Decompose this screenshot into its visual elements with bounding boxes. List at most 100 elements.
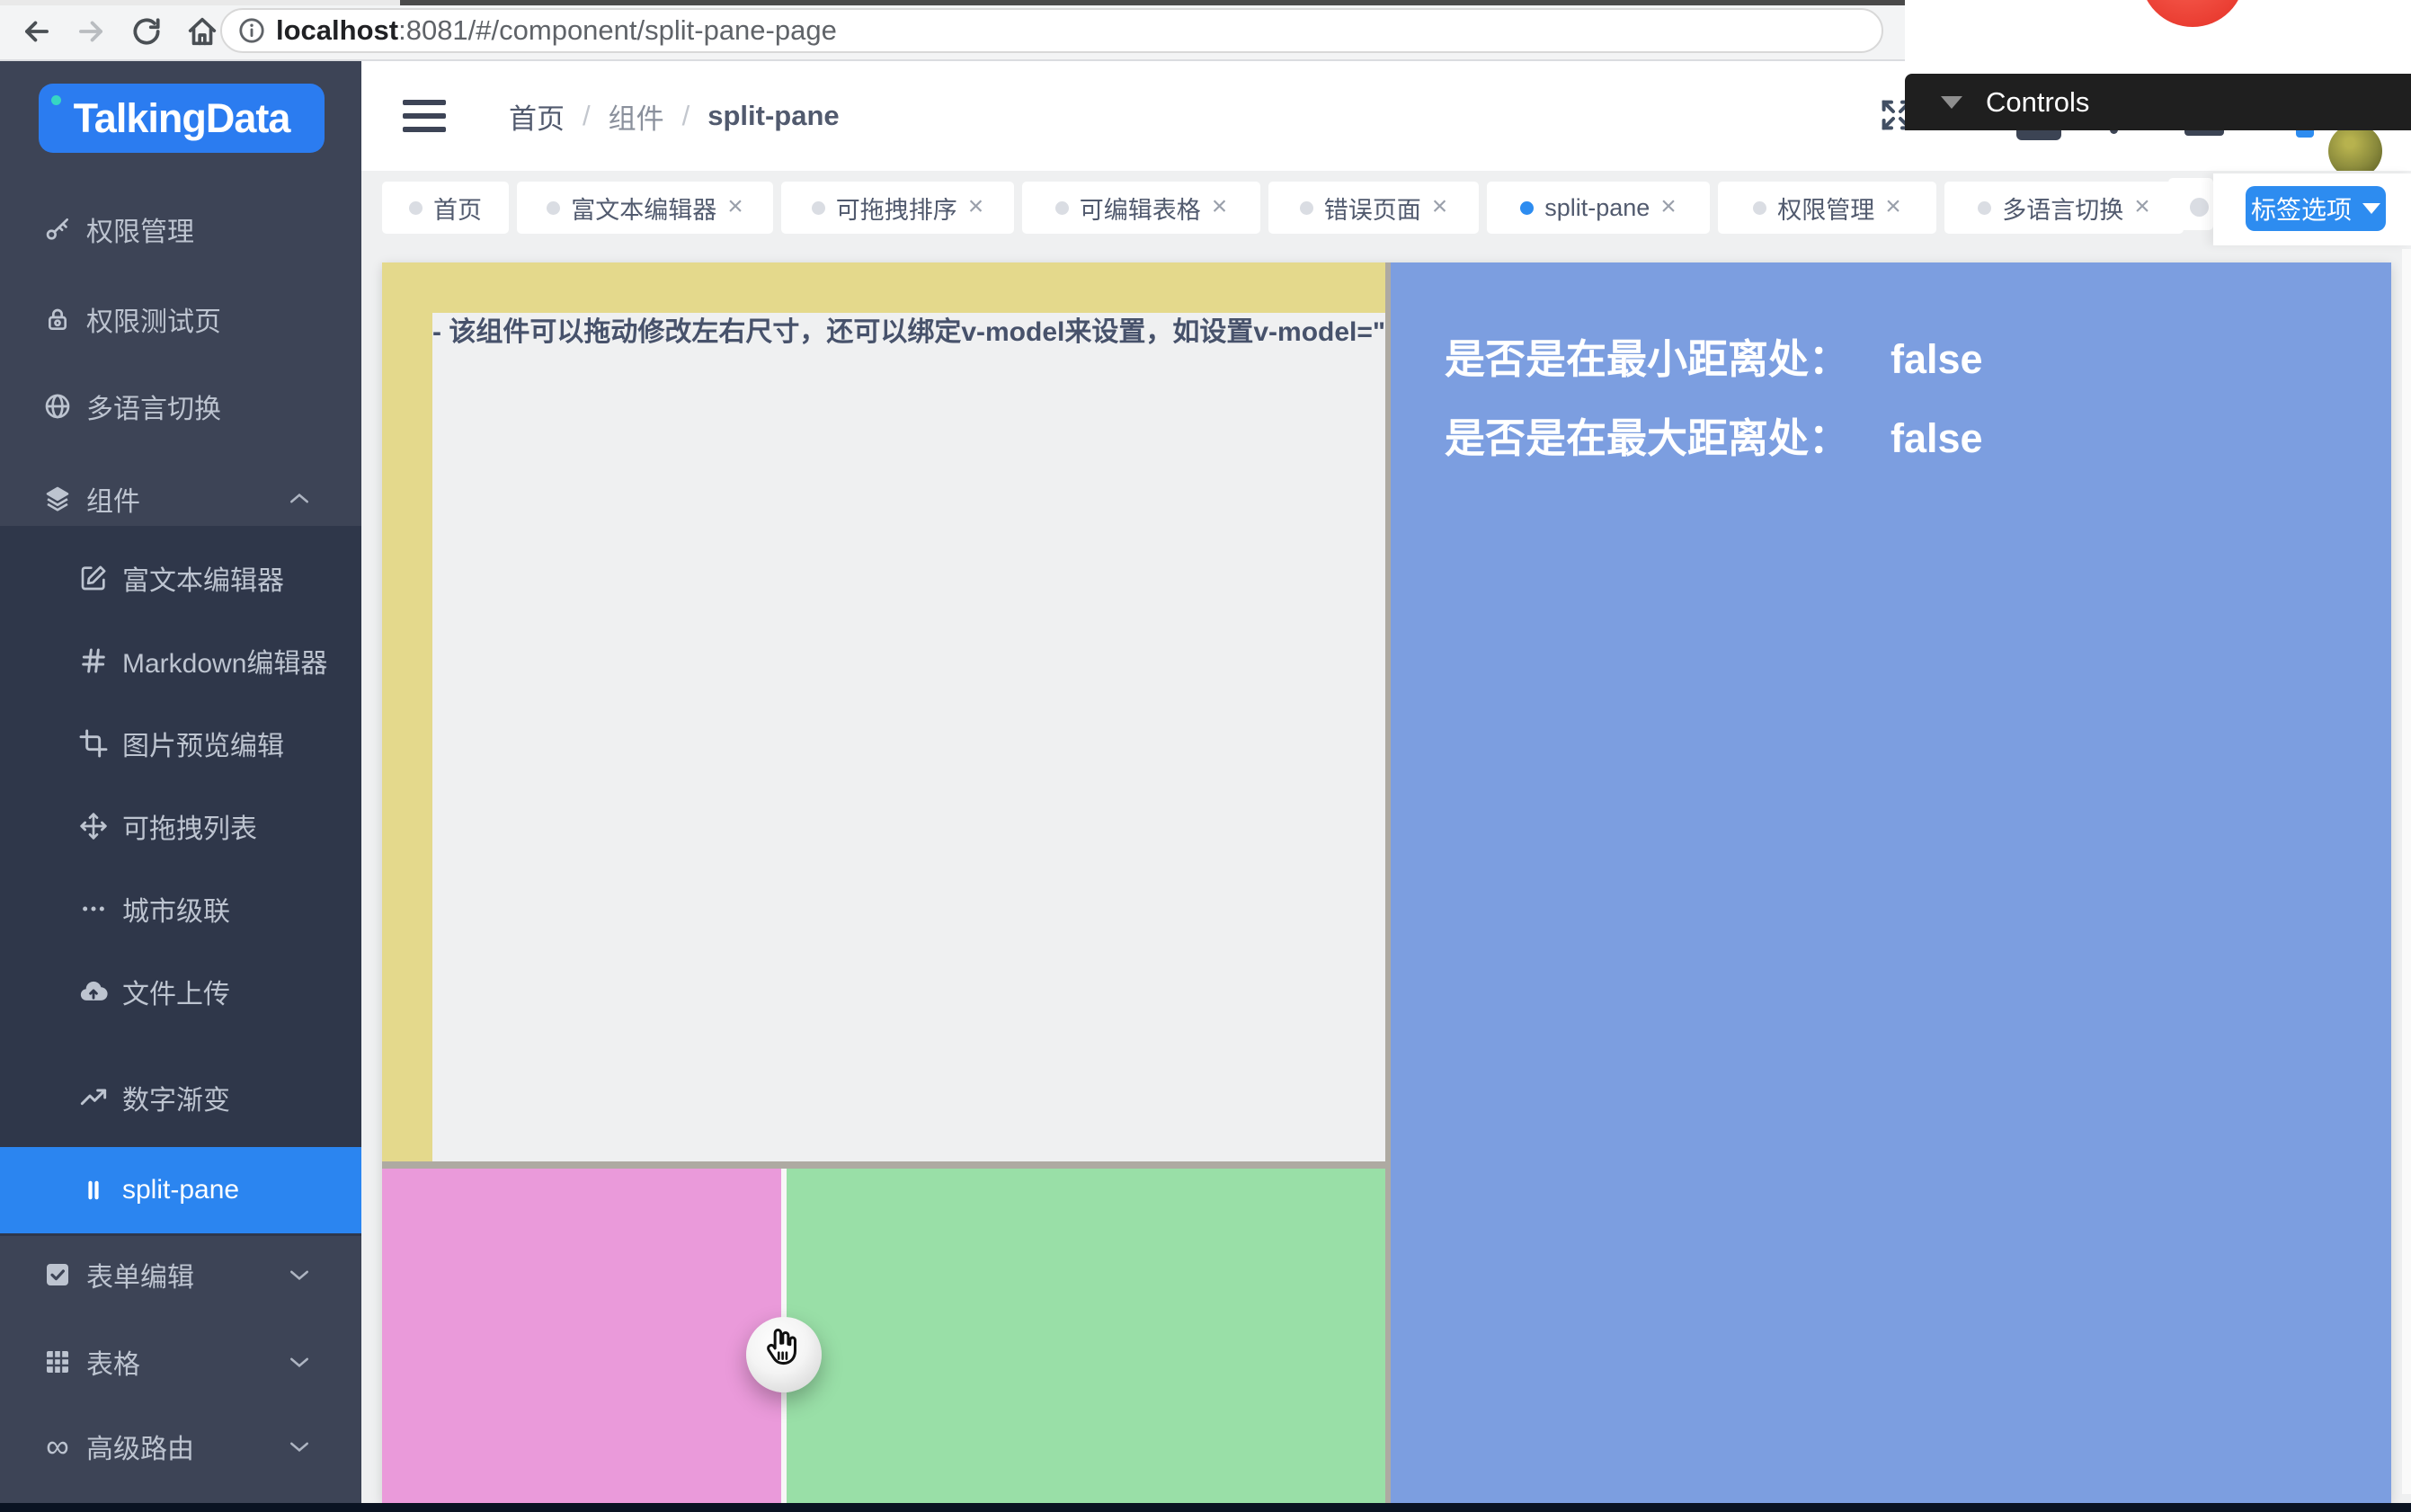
ellipsis-icon xyxy=(77,893,110,925)
sidebar-item-rich-text-editor[interactable]: 富文本编辑器 xyxy=(0,538,361,618)
sidebar-item-number-gradient[interactable]: 数字渐变 xyxy=(0,1057,361,1138)
sidebar-item-draggable-list[interactable]: 可拖拽列表 xyxy=(0,786,361,867)
checkbox-icon xyxy=(41,1259,74,1291)
logo-dot-icon xyxy=(51,95,61,105)
sidebar-item-split-pane[interactable]: split-pane xyxy=(0,1147,361,1233)
chevron-down-icon xyxy=(286,1261,313,1288)
tag-options-button[interactable]: 标签选项 xyxy=(2246,186,2386,231)
tab-dot xyxy=(1299,200,1313,215)
home-button[interactable] xyxy=(183,13,221,50)
split-pane-trigger-handle[interactable] xyxy=(746,1317,822,1392)
split-pane-horizontal-divider[interactable] xyxy=(382,1161,1385,1169)
close-icon[interactable]: × xyxy=(1212,192,1228,220)
sidebar-item-components[interactable]: 组件 xyxy=(0,472,361,526)
tab-split-pane[interactable]: split-pane × xyxy=(1487,182,1710,234)
tab-dot xyxy=(1978,200,1992,215)
breadcrumb-current: split-pane xyxy=(707,100,840,131)
key-icon xyxy=(41,213,74,245)
sidebar-item-city-cascade[interactable]: 城市级联 xyxy=(0,868,361,949)
split-pane-left-doc: - 该组件可以拖动修改左右尺寸，还可以绑定v-model来设置，如设置v-mod… xyxy=(382,262,1385,1161)
controls-panel-preview xyxy=(1905,0,2411,74)
split-pane-right-status: 是否是在最小距离处： false 是否是在最大距离处： false xyxy=(1391,262,2391,1503)
chevron-down-icon xyxy=(286,1348,313,1375)
tab-error-page[interactable]: 错误页面 × xyxy=(1268,182,1479,234)
tab-permission-management[interactable]: 权限管理 × xyxy=(1718,182,1936,234)
chevron-up-icon xyxy=(286,485,313,512)
sidebar-item-language-switch[interactable]: 多语言切换 xyxy=(0,379,361,433)
window-edge-left xyxy=(0,0,400,5)
sidebar-item-permission-test[interactable]: 权限测试页 xyxy=(0,292,361,346)
status-line: 是否是在最大距离处： false xyxy=(1445,415,1983,461)
close-icon[interactable]: × xyxy=(1885,192,1901,220)
lock-icon xyxy=(41,303,74,335)
nested-split-left-pane xyxy=(382,1169,781,1503)
url-text: localhost:8081/#/component/split-pane-pa… xyxy=(276,14,837,46)
close-icon[interactable]: × xyxy=(968,192,984,220)
sidebar-item-markdown-editor[interactable]: Markdown编辑器 xyxy=(0,620,361,701)
edit-icon xyxy=(77,562,110,594)
tab-dot xyxy=(1054,200,1069,215)
status-line: 是否是在最小距离处： false xyxy=(1445,336,1983,382)
back-icon xyxy=(20,14,54,49)
sidebar-item-file-upload[interactable]: 文件上传 xyxy=(0,951,361,1032)
hash-icon xyxy=(77,645,110,677)
tab-rich-text-editor[interactable]: 富文本编辑器 × xyxy=(517,182,773,234)
sidebar-item-table[interactable]: 表格 xyxy=(0,1335,361,1389)
nested-split-right-pane xyxy=(787,1169,1385,1503)
caret-down-icon xyxy=(2362,203,2380,214)
cloud-upload-icon xyxy=(77,975,110,1008)
breadcrumb-home[interactable]: 首页 xyxy=(509,96,565,137)
close-icon[interactable]: × xyxy=(1432,192,1448,220)
close-icon[interactable]: × xyxy=(1660,192,1677,220)
controls-panel-title: Controls xyxy=(1986,85,2090,118)
infinity-icon: ∞ xyxy=(46,1428,69,1464)
breadcrumb: 首页 / 组件 / split-pane xyxy=(509,61,840,171)
tab-home[interactable]: 首页 xyxy=(382,182,509,234)
scrollbar-track[interactable] xyxy=(2402,249,2411,1494)
screen: localhost:8081/#/component/split-pane-pa… xyxy=(0,0,2411,1512)
move-icon xyxy=(77,810,110,842)
tab-dot xyxy=(1753,200,1767,215)
forward-button[interactable] xyxy=(72,13,110,50)
sidebar-item-image-preview-edit[interactable]: 图片预览编辑 xyxy=(0,703,361,784)
refresh-button[interactable] xyxy=(128,13,165,50)
tab-drag-sort[interactable]: 可拖拽排序 × xyxy=(781,182,1014,234)
chevron-down-icon xyxy=(286,1433,313,1460)
forward-icon xyxy=(74,14,108,49)
tab-dot xyxy=(2190,198,2209,217)
back-button[interactable] xyxy=(18,13,56,50)
sidebar-item-form-edit[interactable]: 表单编辑 xyxy=(0,1248,361,1302)
bottom-edge-strip xyxy=(0,1503,2411,1512)
home-icon xyxy=(184,13,220,49)
close-icon[interactable]: × xyxy=(727,192,743,220)
sidebar-item-advanced-routing[interactable]: ∞ 高级路由 xyxy=(0,1419,361,1473)
sidebar-collapse-button[interactable] xyxy=(403,100,446,132)
controls-panel-header[interactable]: Controls xyxy=(1905,74,2411,130)
red-circle-graphic xyxy=(2140,0,2245,27)
pause-icon xyxy=(77,1174,110,1206)
site-info-icon[interactable] xyxy=(236,15,267,46)
tab-language-switch[interactable]: 多语言切换 × xyxy=(1944,182,2184,234)
doc-line: - 该组件可以拖动修改左右尺寸，还可以绑定v-model来设置，如设置v-mod… xyxy=(432,313,1385,1161)
sidebar: TalkingData 权限管理 权限测试页 多语言切换 组件 富文本编辑器 M… xyxy=(0,61,361,1503)
breadcrumb-components: 组件 xyxy=(608,102,664,135)
sidebar-submenu-components: 富文本编辑器 Markdown编辑器 图片预览编辑 可拖拽列表 城市级联 文件上… xyxy=(0,526,361,1236)
globe-icon xyxy=(41,390,74,422)
avatar[interactable] xyxy=(2328,124,2382,178)
tag-options-panel: 标签选项 xyxy=(2213,173,2411,245)
address-bar[interactable]: localhost:8081/#/component/split-pane-pa… xyxy=(220,8,1883,53)
close-icon[interactable]: × xyxy=(2134,192,2150,220)
sidebar-item-permission-management[interactable]: 权限管理 xyxy=(0,202,361,256)
tab-dot-active xyxy=(1520,200,1535,215)
tab-dot xyxy=(409,200,423,215)
tab-bar: 首页 富文本编辑器 × 可拖拽排序 × 可编辑表格 × 错误页面 × split… xyxy=(382,182,2184,234)
layers-icon xyxy=(41,483,74,515)
logo[interactable]: TalkingData xyxy=(39,84,325,153)
tab-editable-table[interactable]: 可编辑表格 × xyxy=(1022,182,1260,234)
tab-partial[interactable] xyxy=(2168,178,2213,230)
refresh-icon xyxy=(129,14,164,49)
tab-dot xyxy=(811,200,825,215)
split-pane-demo: - 该组件可以拖动修改左右尺寸，还可以绑定v-model来设置，如设置v-mod… xyxy=(382,262,2391,1503)
trending-up-icon xyxy=(77,1081,110,1114)
hand-cursor-icon xyxy=(757,1324,804,1371)
